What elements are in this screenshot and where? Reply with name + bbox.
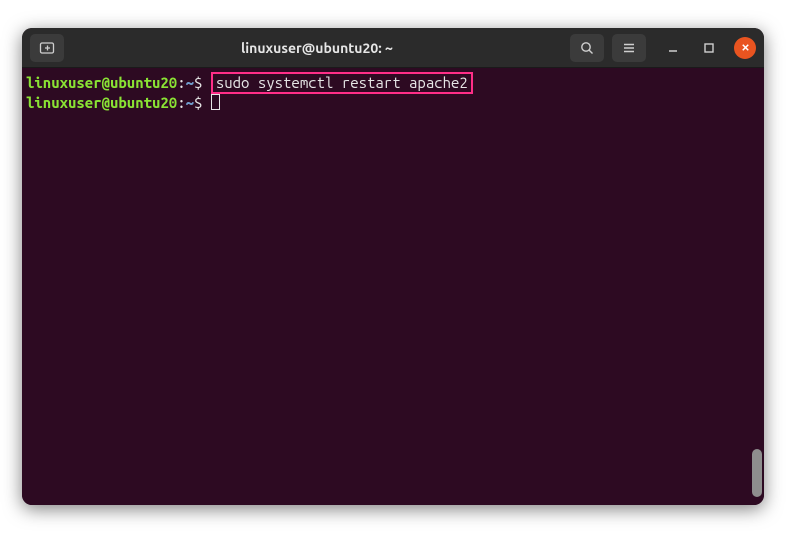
prompt-sep: : [177, 74, 185, 91]
window-controls [654, 37, 756, 59]
maximize-button[interactable] [698, 37, 720, 59]
search-icon [579, 40, 595, 56]
prompt-sep: : [177, 94, 185, 111]
close-button[interactable] [734, 37, 756, 59]
scrollbar-thumb[interactable] [752, 449, 762, 497]
new-tab-button[interactable] [30, 34, 64, 62]
prompt-symbol: $ [194, 74, 202, 91]
terminal-line: linuxuser@ubuntu20:~$ [26, 94, 760, 112]
prompt-user: linuxuser@ubuntu20 [26, 94, 177, 111]
prompt-path: ~ [186, 74, 194, 91]
hamburger-icon [621, 40, 637, 56]
titlebar: linuxuser@ubuntu20: ~ [22, 28, 764, 68]
window-title: linuxuser@ubuntu20: ~ [72, 40, 562, 56]
prompt-user: linuxuser@ubuntu20 [26, 74, 177, 91]
command-highlight: sudo systemctl restart apache2 [211, 72, 473, 94]
terminal-window: linuxuser@ubuntu20: ~ [22, 28, 764, 505]
command-text: sudo systemctl restart apache2 [216, 74, 468, 91]
prompt-symbol: $ [194, 94, 202, 111]
minimize-icon [667, 42, 679, 54]
maximize-icon [703, 42, 715, 54]
menu-button[interactable] [612, 34, 646, 62]
new-tab-icon [39, 40, 55, 56]
terminal-body[interactable]: linuxuser@ubuntu20:~$ sudo systemctl res… [22, 68, 764, 505]
search-button[interactable] [570, 34, 604, 62]
terminal-line: linuxuser@ubuntu20:~$ sudo systemctl res… [26, 72, 760, 94]
cursor [211, 94, 220, 110]
close-icon [740, 42, 751, 53]
minimize-button[interactable] [662, 37, 684, 59]
prompt-path: ~ [186, 94, 194, 111]
